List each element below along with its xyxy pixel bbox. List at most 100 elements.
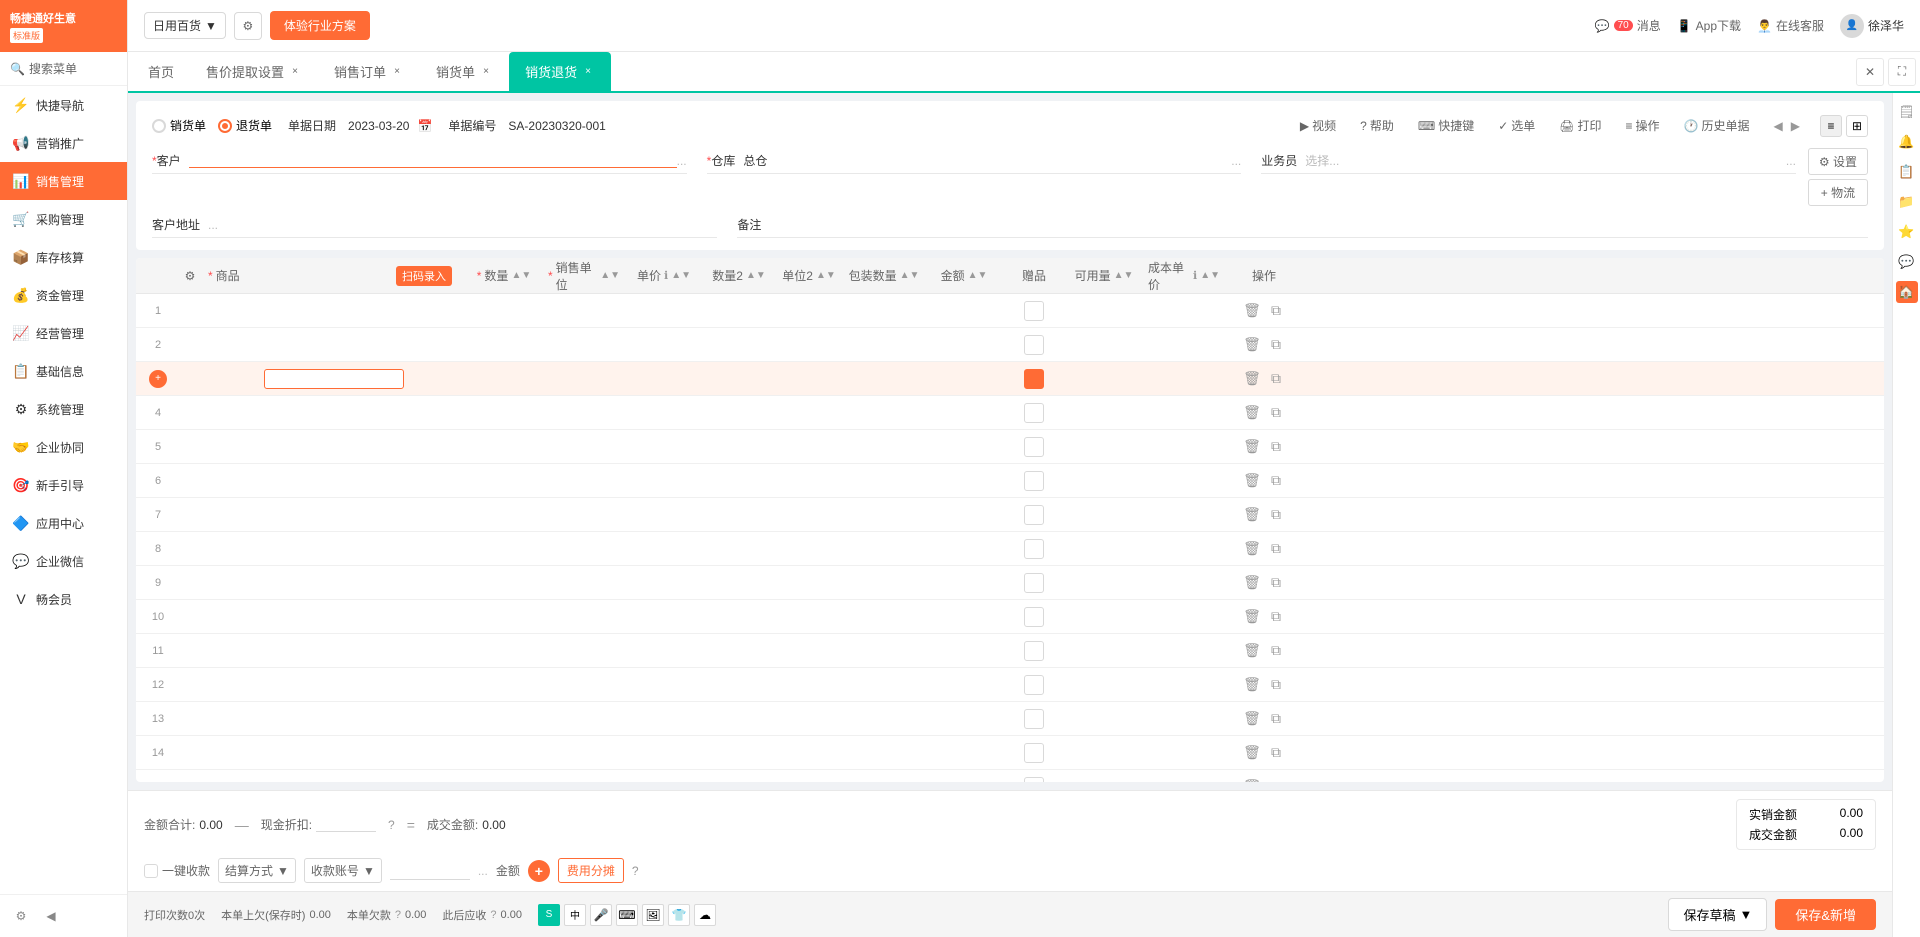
one-key-payment-checkbox[interactable]: 一键收款 xyxy=(144,862,210,879)
available-sort-icon[interactable]: ▲▼ xyxy=(1114,270,1134,281)
row-copy-icon[interactable]: ⧉ xyxy=(1266,607,1286,627)
row-copy-icon[interactable]: ⧉ xyxy=(1266,743,1286,763)
logistics-button[interactable]: + 物流 xyxy=(1808,179,1868,206)
account-select[interactable]: 收款账号 ▼ xyxy=(304,858,382,883)
operations-button[interactable]: ≡ 操作 xyxy=(1618,113,1668,138)
notification-button[interactable]: 💬 70 消息 xyxy=(1595,17,1661,34)
gift-checkbox[interactable] xyxy=(1024,709,1044,729)
row-delete-icon[interactable]: 🗑 xyxy=(1242,539,1262,559)
row-copy-icon[interactable]: ⧉ xyxy=(1266,777,1286,783)
row-delete-icon[interactable]: 🗑 xyxy=(1242,471,1262,491)
row-gift[interactable] xyxy=(1004,301,1064,321)
save-new-button[interactable]: 保存&新增 xyxy=(1775,899,1876,930)
sidebar-item-inventory[interactable]: 📦 库存核算 xyxy=(0,238,127,276)
row-delete-icon[interactable]: 🗑 xyxy=(1242,641,1262,661)
row-delete-icon[interactable]: 🗑 xyxy=(1242,709,1262,729)
row-delete-icon[interactable]: 🗑 xyxy=(1242,437,1262,457)
app-download-button[interactable]: 📱 App下载 xyxy=(1677,17,1741,34)
row-product[interactable] xyxy=(204,369,464,389)
gift-checkbox[interactable] xyxy=(1024,641,1044,661)
gift-checkbox[interactable] xyxy=(1024,675,1044,695)
account-number-input[interactable] xyxy=(390,861,470,880)
calendar-icon[interactable]: 📅 xyxy=(417,119,432,133)
row-copy-icon[interactable]: ⧉ xyxy=(1266,505,1286,525)
gift-checkbox[interactable] xyxy=(1024,471,1044,491)
header-gear-button[interactable]: ⚙ xyxy=(234,12,262,40)
prev-record-button[interactable]: ◀ xyxy=(1770,117,1787,135)
status-icon-5[interactable]: 🖼 xyxy=(642,904,664,926)
row-gift[interactable] xyxy=(1004,369,1064,389)
gift-checkbox[interactable] xyxy=(1024,777,1044,783)
amount-sort-icon[interactable]: ▲▼ xyxy=(968,270,988,281)
tab-price-extract-close[interactable]: × xyxy=(288,65,302,79)
gift-checkbox[interactable] xyxy=(1024,573,1044,593)
gift-checkbox[interactable] xyxy=(1024,369,1044,389)
online-service-button[interactable]: 👨‍💼 在线客服 xyxy=(1757,17,1824,34)
gift-checkbox[interactable] xyxy=(1024,539,1044,559)
row-delete-icon[interactable]: 🗑 xyxy=(1242,505,1262,525)
sidebar-item-system[interactable]: ⚙ 系统管理 xyxy=(0,390,127,428)
tab-expand-btn[interactable]: ⛶ xyxy=(1888,58,1916,86)
cost-sort-icon[interactable]: ▲▼ xyxy=(1200,270,1220,281)
settlement-select[interactable]: 结算方式 ▼ xyxy=(218,858,296,883)
qty-sort-icon[interactable]: ▲▼ xyxy=(511,270,531,281)
row-copy-icon[interactable]: ⧉ xyxy=(1266,641,1286,661)
gift-checkbox[interactable] xyxy=(1024,607,1044,627)
row-gift[interactable] xyxy=(1004,335,1064,355)
radio-return[interactable]: 退货单 xyxy=(218,117,272,134)
row-delete-icon[interactable]: 🗑 xyxy=(1242,369,1262,389)
unit-sort-icon[interactable]: ▲▼ xyxy=(600,270,620,281)
tab-sales-order[interactable]: 销售订单 × xyxy=(318,52,420,91)
remarks-input[interactable] xyxy=(769,218,1868,232)
gift-checkbox[interactable] xyxy=(1024,301,1044,321)
column-settings-icon[interactable]: ⚙ xyxy=(185,269,196,283)
sidebar-item-operations[interactable]: 📈 经营管理 xyxy=(0,314,127,352)
tab-sales-invoice[interactable]: 销货单 × xyxy=(420,52,509,91)
row-copy-icon[interactable]: ⧉ xyxy=(1266,539,1286,559)
status-icon-4[interactable]: ⌨ xyxy=(616,904,638,926)
tab-price-extract[interactable]: 售价提取设置 × xyxy=(190,52,318,91)
row-delete-icon[interactable]: 🗑 xyxy=(1242,335,1262,355)
sidebar-item-enterprise-wechat[interactable]: 💬 企业微信 xyxy=(0,542,127,580)
tab-sales-return-close[interactable]: × xyxy=(581,65,595,79)
right-panel-icon-1[interactable]: 🗒 xyxy=(1896,101,1918,123)
row-copy-icon[interactable]: ⧉ xyxy=(1266,437,1286,457)
row-copy-icon[interactable]: ⧉ xyxy=(1266,335,1286,355)
gift-checkbox[interactable] xyxy=(1024,403,1044,423)
sidebar-item-search[interactable]: 🔍 搜索菜单 xyxy=(0,52,127,86)
row-copy-icon[interactable]: ⧉ xyxy=(1266,403,1286,423)
this-debt-info-icon[interactable]: ? xyxy=(395,909,401,921)
help-button[interactable]: ? 帮助 xyxy=(1352,113,1402,138)
sidebar-item-marketing[interactable]: 📢 营销推广 xyxy=(0,124,127,162)
gift-checkbox[interactable] xyxy=(1024,437,1044,457)
discount-input[interactable] xyxy=(316,817,376,832)
right-panel-icon-6[interactable]: 💬 xyxy=(1896,251,1918,273)
sidebar-settings-icon[interactable]: ⚙ xyxy=(10,905,32,927)
radio-sales-invoice[interactable]: 销货单 xyxy=(152,117,206,134)
row-copy-icon[interactable]: ⧉ xyxy=(1266,369,1286,389)
tab-close-btn[interactable]: ✕ xyxy=(1856,58,1884,86)
cost-info-icon[interactable]: ℹ xyxy=(1193,269,1197,282)
right-panel-icon-7[interactable]: 🏠 xyxy=(1896,281,1918,303)
tab-home[interactable]: 首页 xyxy=(132,52,190,91)
tab-sales-order-close[interactable]: × xyxy=(390,65,404,79)
row-copy-icon[interactable]: ⧉ xyxy=(1266,573,1286,593)
module-selector[interactable]: 日用百货 ▼ xyxy=(144,12,226,39)
fee-help-icon[interactable]: ? xyxy=(632,864,639,878)
sidebar-item-app-center[interactable]: 🔷 应用中心 xyxy=(0,504,127,542)
pkg-sort-icon[interactable]: ▲▼ xyxy=(900,270,920,281)
status-icon-3[interactable]: 🎤 xyxy=(590,904,612,926)
customer-input[interactable] xyxy=(189,153,677,168)
history-button[interactable]: 🕐 历史单据 xyxy=(1676,113,1758,138)
status-icon-7[interactable]: ☁ xyxy=(694,904,716,926)
row-delete-icon[interactable]: 🗑 xyxy=(1242,743,1262,763)
right-panel-icon-3[interactable]: 📋 xyxy=(1896,161,1918,183)
salesperson-dots-button[interactable]: ... xyxy=(1786,154,1796,168)
settings-button[interactable]: ⚙ 设置 xyxy=(1808,148,1868,175)
gift-checkbox[interactable] xyxy=(1024,335,1044,355)
tab-sales-invoice-close[interactable]: × xyxy=(479,65,493,79)
video-button[interactable]: ▶ 视频 xyxy=(1292,113,1344,138)
row-delete-icon[interactable]: 🗑 xyxy=(1242,607,1262,627)
list-view-button[interactable]: ≡ xyxy=(1820,115,1842,137)
row-copy-icon[interactable]: ⧉ xyxy=(1266,471,1286,491)
